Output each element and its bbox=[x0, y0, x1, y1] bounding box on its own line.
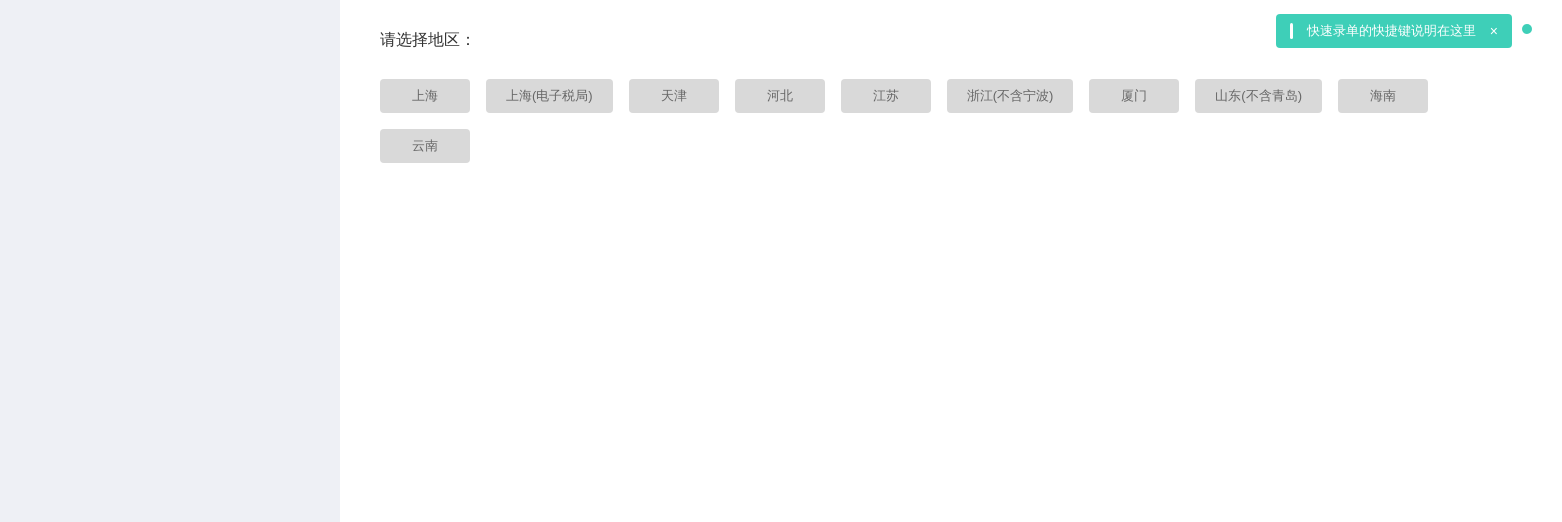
region-buttons: 上海上海(电子税局) 天津河北江苏浙江(不含宁波) 厦门山东(不含青岛) 海南云南 bbox=[380, 79, 1522, 163]
tooltip-indicator-dot bbox=[1522, 24, 1532, 34]
region-button-shanghai[interactable]: 上海 bbox=[380, 79, 470, 113]
region-button-yunnan[interactable]: 云南 bbox=[380, 129, 470, 163]
tooltip-text: 快速录单的快捷键说明在这里 bbox=[1307, 22, 1476, 40]
region-button-jiangsu[interactable]: 江苏 bbox=[841, 79, 931, 113]
region-button-shanghai-etax[interactable]: 上海(电子税局) bbox=[486, 79, 613, 113]
main-content: 请选择地区： 上海上海(电子税局)天津河北江苏浙江(不含宁波)厦门山东(不含青岛… bbox=[340, 0, 1562, 522]
region-button-zhejiang[interactable]: 浙江(不含宁波) bbox=[947, 79, 1074, 113]
region-button-xiamen[interactable]: 厦门 bbox=[1089, 79, 1179, 113]
region-button-hainan[interactable]: 海南 bbox=[1338, 79, 1428, 113]
region-button-tianjin[interactable]: 天津 bbox=[629, 79, 719, 113]
tooltip-banner: 快速录单的快捷键说明在这里 × bbox=[1276, 14, 1512, 48]
region-button-hebei[interactable]: 河北 bbox=[735, 79, 825, 113]
left-sidebar bbox=[0, 0, 340, 522]
region-button-shandong[interactable]: 山东(不含青岛) bbox=[1195, 79, 1322, 113]
tooltip-close-button[interactable]: × bbox=[1490, 23, 1498, 39]
